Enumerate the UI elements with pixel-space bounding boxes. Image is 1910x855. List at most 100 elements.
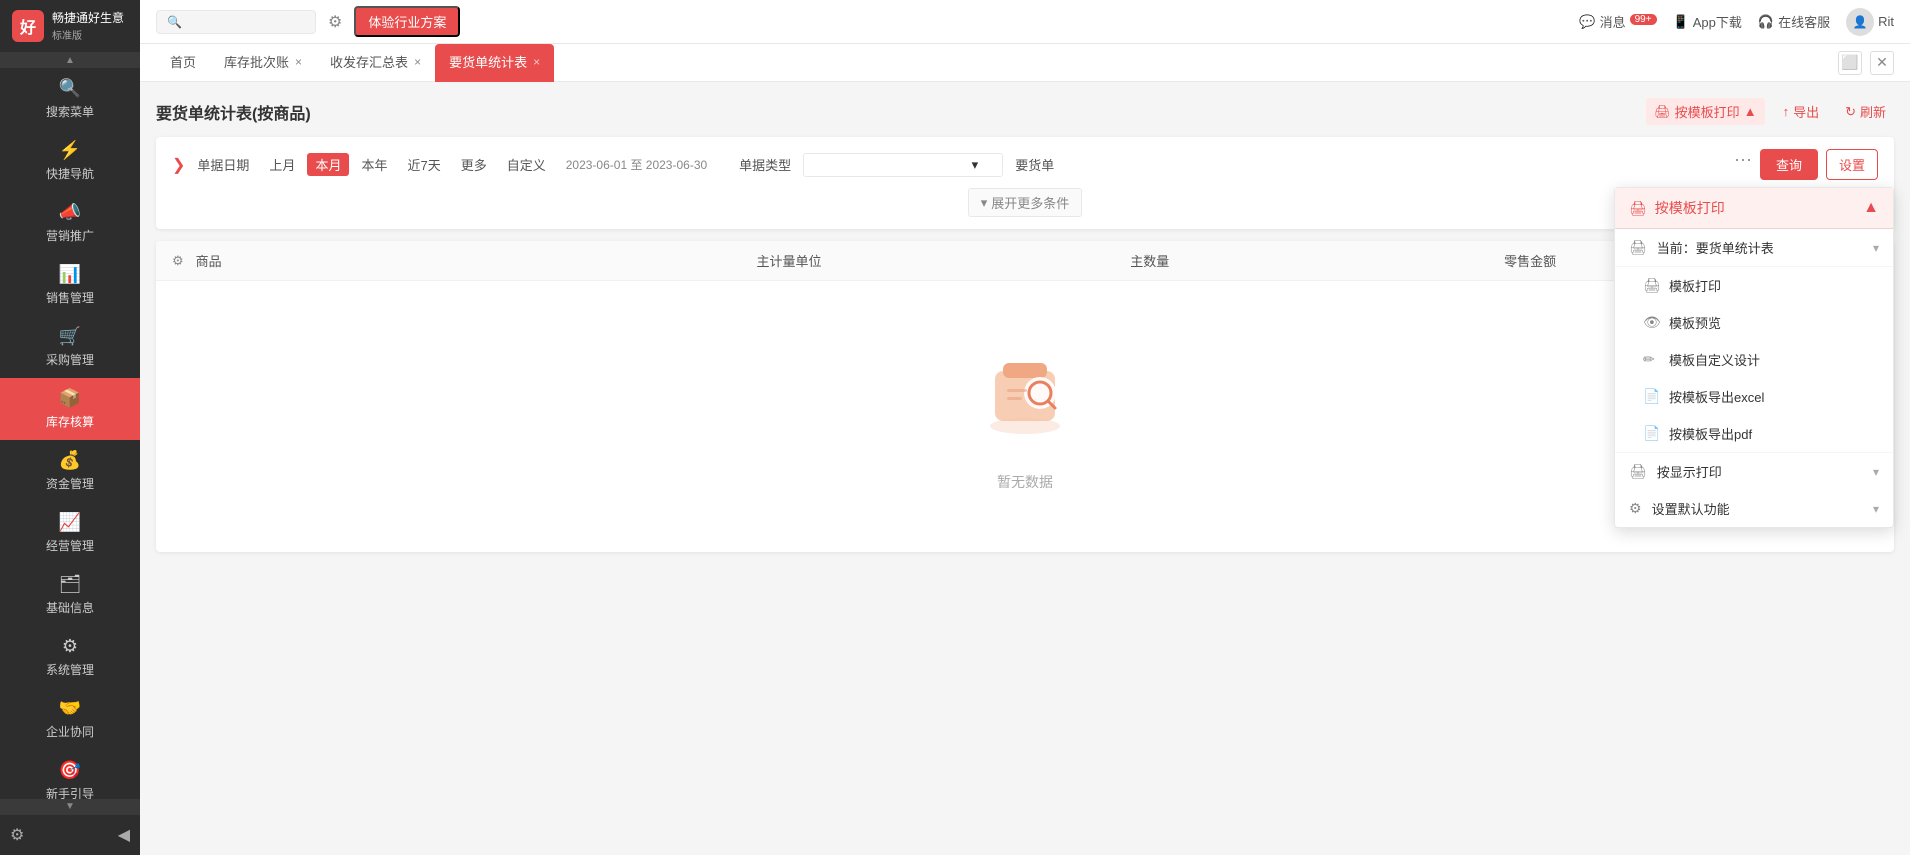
expand-more-btn[interactable]: ▾ 展开更多条件 <box>968 188 1083 217</box>
dropdown-items-section: 🖨 模板打印 👁 模板预览 ✏ 模板自定义设计 📄 按模板导出excel 📄 <box>1615 267 1893 453</box>
topbar-settings-icon[interactable]: ⚙ <box>328 12 342 32</box>
dropdown-item-label: 按模板导出excel <box>1669 387 1764 406</box>
promo-button[interactable]: 体验行业方案 <box>354 6 460 37</box>
topbar-right: 💬 消息 99+ 📱 App下载 🎧 在线客服 👤 Rit <box>1579 8 1894 36</box>
username: Rit <box>1878 14 1894 29</box>
headset-icon: 🎧 <box>1758 14 1774 30</box>
filter-expand-icon[interactable]: ❯ <box>172 155 185 175</box>
dropdown-display-print[interactable]: 🖨 按显示打印 ▾ <box>1615 453 1893 490</box>
sidebar-item-purchase[interactable]: 🛒 采购管理 <box>0 316 140 378</box>
default-func-icon: ⚙ <box>1629 500 1642 517</box>
tab-receivable-summary[interactable]: 收发存汇总表 × <box>316 44 435 82</box>
refresh-icon: ↻ <box>1845 104 1856 120</box>
user-item[interactable]: 👤 Rit <box>1846 8 1894 36</box>
print-dropdown-menu: 🖨 按模板打印 ▲ 🖨 当前：要货单统计表 ▾ 🖨 <box>1614 187 1894 528</box>
dropdown-item-template-preview[interactable]: 👁 模板预览 <box>1615 304 1893 341</box>
dropdown-default-func[interactable]: ⚙ 设置默认功能 ▾ <box>1615 490 1893 527</box>
sidebar-scroll-up[interactable]: ▲ <box>0 53 140 68</box>
dropdown-item-export-excel[interactable]: 📄 按模板导出excel <box>1615 378 1893 415</box>
sidebar-item-guide[interactable]: 🎯 新手引导 <box>0 750 140 799</box>
page-title: 要货单统计表(按商品) <box>156 100 311 124</box>
filter-row: ❯ 单据日期 上月 本月 本年 近7天 更多 自定义 2023-06-01 至 … <box>172 149 1878 180</box>
date-this-year[interactable]: 本年 <box>353 153 395 176</box>
sidebar-item-collab[interactable]: 🤝 企业协同 <box>0 688 140 750</box>
default-func-label: 设置默认功能 <box>1652 499 1730 518</box>
collapse-icon[interactable]: ◀ <box>118 825 130 845</box>
sidebar-item-label: 新手引导 <box>46 785 94 799</box>
sidebar-item-search[interactable]: 🔍 搜索菜单 <box>0 68 140 130</box>
sidebar-item-label: 资金管理 <box>46 475 94 492</box>
dropdown-item-template-custom[interactable]: ✏ 模板自定义设计 <box>1615 341 1893 378</box>
sidebar-item-quick-nav[interactable]: ⚡ 快捷导航 <box>0 130 140 192</box>
dropdown-current-left: 🖨 当前：要货单统计表 <box>1629 238 1774 257</box>
customer-service-item[interactable]: 🎧 在线客服 <box>1758 12 1830 31</box>
excel-icon: 📄 <box>1643 388 1659 405</box>
date-last7[interactable]: 近7天 <box>399 153 448 176</box>
topbar-search[interactable]: 🔍 <box>156 10 316 34</box>
folder-icon: 🗂 <box>59 574 82 595</box>
date-custom[interactable]: 自定义 <box>499 153 554 176</box>
tab-home[interactable]: 首页 <box>156 44 210 82</box>
tab-receivable-close[interactable]: × <box>414 55 421 69</box>
chevron-up-icon: ▲ <box>1744 104 1757 119</box>
dropdown-current-item[interactable]: 🖨 当前：要货单统计表 ▾ <box>1615 229 1893 266</box>
export-btn[interactable]: ↑ 导出 <box>1775 98 1828 125</box>
sidebar-bottom: ⚙ ◀ <box>0 814 140 855</box>
refresh-btn[interactable]: ↻ 刷新 <box>1837 98 1894 125</box>
tab-home-label: 首页 <box>170 52 196 71</box>
app-download-item[interactable]: 📱 App下载 <box>1673 12 1742 31</box>
more-options-icon[interactable]: ··· <box>1734 149 1752 180</box>
sidebar-item-operations[interactable]: 📈 经营管理 <box>0 502 140 564</box>
topbar-search-icon: 🔍 <box>167 15 182 29</box>
type-filter-label: 单据类型 <box>739 155 791 174</box>
date-prev-month[interactable]: 上月 <box>261 153 303 176</box>
type-select[interactable]: ▾ <box>803 153 1003 177</box>
dropdown-collapse-btn[interactable]: ▲ <box>1863 199 1879 217</box>
topbar-left: 🔍 ⚙ 体验行业方案 <box>156 6 460 37</box>
sidebar-item-label: 系统管理 <box>46 661 94 678</box>
tab-inventory-batch[interactable]: 库存批次账 × <box>210 44 316 82</box>
message-item[interactable]: 💬 消息 99+ <box>1579 12 1656 31</box>
tab-maximize-btn[interactable]: ⬜ <box>1838 51 1862 75</box>
sidebar-item-marketing[interactable]: 📣 营销推广 <box>0 192 140 254</box>
display-print-arrow: ▾ <box>1873 465 1879 479</box>
tab-inventory-batch-close[interactable]: × <box>295 55 302 69</box>
dropdown-item-template-print[interactable]: 🖨 模板打印 <box>1615 267 1893 304</box>
sidebar-nav: 🔍 搜索菜单 ⚡ 快捷导航 📣 营销推广 📊 销售管理 🛒 采购管理 📦 库存核… <box>0 68 140 799</box>
sidebar-item-label: 基础信息 <box>46 599 94 616</box>
expand-more-icon: ▾ <box>981 195 988 211</box>
sidebar-item-label: 经营管理 <box>46 537 94 554</box>
tab-order-stats[interactable]: 要货单统计表 × <box>435 44 554 82</box>
sidebar-item-sales[interactable]: 📊 销售管理 <box>0 254 140 316</box>
cart-icon: 🛒 <box>59 326 81 347</box>
settings-bottom-icon[interactable]: ⚙ <box>10 825 24 845</box>
date-this-month[interactable]: 本月 <box>307 153 349 176</box>
print-template-btn[interactable]: 🖨 按模板打印 ▲ <box>1646 98 1764 125</box>
sidebar-item-label: 搜索菜单 <box>46 103 94 120</box>
empty-text: 暂无数据 <box>997 472 1053 492</box>
megaphone-icon: 📣 <box>59 202 81 223</box>
avatar: 👤 <box>1846 8 1874 36</box>
tab-close-all-btn[interactable]: ✕ <box>1870 51 1894 75</box>
table-settings-icon[interactable]: ⚙ <box>172 253 184 269</box>
dropdown-item-export-pdf[interactable]: 📄 按模板导出pdf <box>1615 415 1893 452</box>
query-button[interactable]: 查询 <box>1760 149 1818 180</box>
date-more[interactable]: 更多 <box>453 153 495 176</box>
sidebar-scroll-down[interactable]: ▼ <box>0 799 140 814</box>
logo-text: 畅捷通好生意 标准版 <box>52 10 124 42</box>
sidebar-item-basic[interactable]: 🗂 基础信息 <box>0 564 140 626</box>
app-download-label: App下载 <box>1693 12 1742 31</box>
settings-button[interactable]: 设置 <box>1826 149 1878 180</box>
app-logo: 好 畅捷通好生意 标准版 <box>0 0 140 53</box>
tab-receivable-summary-label: 收发存汇总表 <box>330 52 408 71</box>
tab-order-stats-close[interactable]: × <box>533 55 540 69</box>
print-template-label: 按模板打印 <box>1675 102 1740 121</box>
tab-inventory-batch-label: 库存批次账 <box>224 52 289 71</box>
sidebar-item-system[interactable]: ⚙ 系统管理 <box>0 626 140 688</box>
dropdown-header: 🖨 按模板打印 ▲ <box>1615 188 1893 229</box>
sidebar-item-finance[interactable]: 💰 资金管理 <box>0 440 140 502</box>
box-icon: 📦 <box>59 388 81 409</box>
sidebar-item-inventory[interactable]: 📦 库存核算 <box>0 378 140 440</box>
printer-icon: 🖨 <box>1654 104 1671 120</box>
customer-service-label: 在线客服 <box>1778 12 1830 31</box>
